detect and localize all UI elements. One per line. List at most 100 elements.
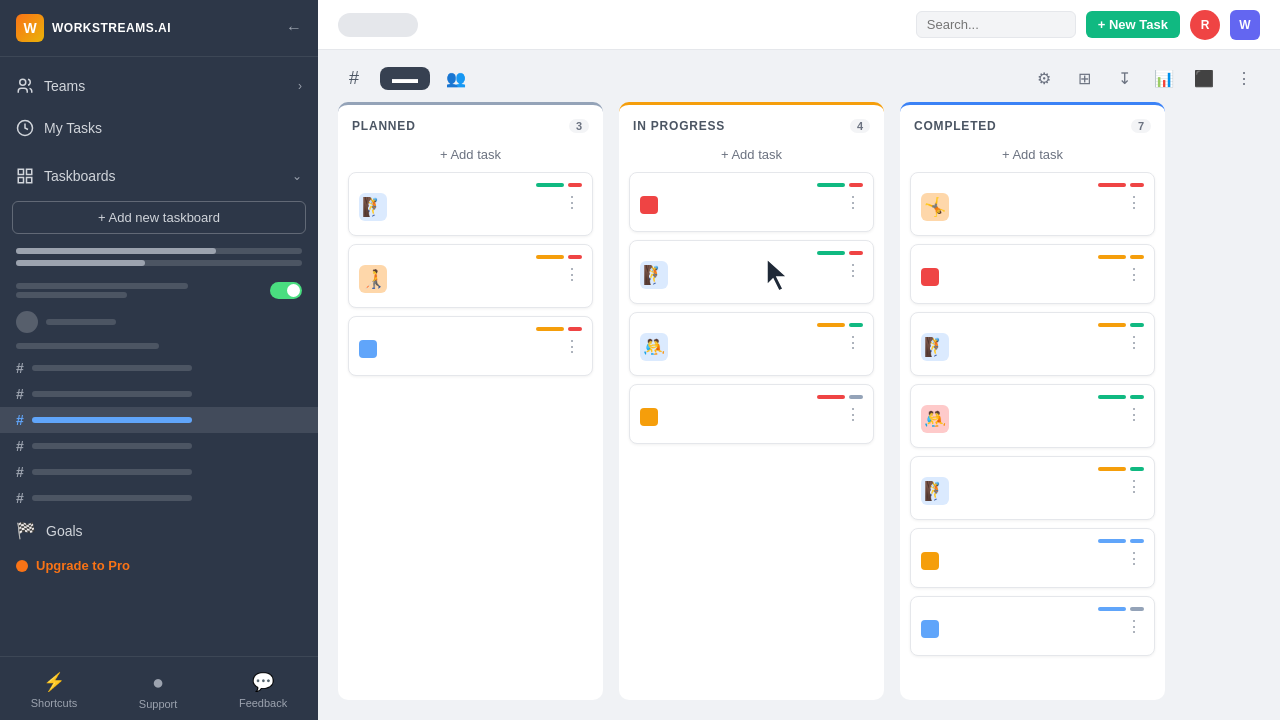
tag-gray: [849, 395, 863, 399]
toggle-switch[interactable]: [270, 282, 302, 299]
card-menu-button[interactable]: ⋮: [562, 337, 582, 356]
card-tags: [640, 395, 863, 399]
my-tasks-label: My Tasks: [44, 120, 102, 136]
svg-rect-4: [27, 178, 32, 183]
tag-red: [849, 251, 863, 255]
search-input[interactable]: [916, 11, 1076, 38]
card-menu-button[interactable]: ⋮: [1124, 549, 1144, 568]
shortcuts-nav-item[interactable]: ⚡ Shortcuts: [23, 667, 85, 714]
card-menu-button[interactable]: ⋮: [562, 193, 582, 212]
app-avatar-square[interactable]: W: [1230, 10, 1260, 40]
table-row[interactable]: 🧗 ⋮: [910, 312, 1155, 376]
table-row[interactable]: 🧗 ⋮: [348, 172, 593, 236]
support-nav-item[interactable]: ● Support: [131, 667, 186, 714]
settings-button[interactable]: ⚙: [1028, 62, 1060, 94]
new-task-button[interactable]: + New Task: [1086, 11, 1180, 38]
table-row[interactable]: 🧑‍🦯 ⋮: [348, 244, 593, 308]
feedback-nav-item[interactable]: 💬 Feedback: [231, 667, 295, 714]
column-title-planned: PLANNED: [352, 119, 416, 133]
card-avatar: 🧗: [921, 333, 949, 361]
card-left: 🧗: [921, 477, 957, 505]
logo[interactable]: W WORKSTREAMS.AI: [16, 14, 171, 42]
sidebar-item-teams[interactable]: Teams ›: [0, 65, 318, 107]
table-row[interactable]: 🤼 ⋮: [910, 384, 1155, 448]
goals-label: Goals: [46, 523, 83, 539]
card-menu-button[interactable]: ⋮: [1124, 265, 1144, 284]
card-avatar: [640, 196, 658, 214]
table-row[interactable]: 🤼 ⋮: [629, 312, 874, 376]
card-avatar: [921, 552, 939, 570]
card-top: 🤼 ⋮: [921, 405, 1144, 433]
support-label: Support: [139, 698, 178, 710]
chart-button[interactable]: 📊: [1148, 62, 1180, 94]
table-row[interactable]: ⋮: [629, 384, 874, 444]
card-left: [921, 265, 947, 289]
card-menu-button[interactable]: ⋮: [1124, 333, 1144, 352]
table-row[interactable]: ⋮: [910, 244, 1155, 304]
channel-item-3[interactable]: #: [0, 433, 318, 459]
card-menu-button[interactable]: ⋮: [843, 261, 863, 280]
column-title-in-progress: IN PROGRESS: [633, 119, 725, 133]
card-menu-button[interactable]: ⋮: [562, 265, 582, 284]
teams-label: Teams: [44, 78, 85, 94]
tag-red: [568, 183, 582, 187]
add-taskboard-button[interactable]: + Add new taskboard: [12, 201, 306, 234]
columns-view-button[interactable]: ⊞: [1068, 62, 1100, 94]
tag-green2: [1130, 395, 1144, 399]
card-menu-button[interactable]: ⋮: [1124, 193, 1144, 212]
add-task-completed[interactable]: + Add task: [900, 141, 1165, 172]
people-filter-button[interactable]: 👥: [440, 62, 472, 94]
toggle-row: [0, 276, 318, 305]
more-options-button[interactable]: ⋮: [1228, 62, 1260, 94]
table-row[interactable]: 🤸 ⋮: [910, 172, 1155, 236]
board-name-pill[interactable]: ▬▬: [380, 67, 430, 90]
add-task-in-progress[interactable]: + Add task: [619, 141, 884, 172]
upgrade-to-pro-button[interactable]: Upgrade to Pro: [0, 550, 318, 581]
columns-icon: ⊞: [1078, 69, 1091, 88]
progress-fill-2: [16, 260, 145, 266]
import-button[interactable]: ↧: [1108, 62, 1140, 94]
add-task-planned[interactable]: + Add task: [338, 141, 603, 172]
sidebar-item-goals[interactable]: 🏁 Goals: [0, 511, 318, 550]
card-left: [921, 549, 947, 573]
card-menu-button[interactable]: ⋮: [843, 193, 863, 212]
table-row[interactable]: 🧗 ⋮: [910, 456, 1155, 520]
card-top: ⋮: [640, 405, 863, 429]
card-menu-button[interactable]: ⋮: [1124, 477, 1144, 496]
user-bar: [46, 319, 116, 325]
toggle-bar-1: [16, 283, 188, 289]
taskboards-header[interactable]: Taskboards ⌄: [0, 157, 318, 195]
channel-bar-4: [32, 469, 192, 475]
channel-item-2[interactable]: #: [0, 381, 318, 407]
channel-item-active[interactable]: #: [0, 407, 318, 433]
tag-red: [1098, 183, 1126, 187]
table-row[interactable]: 🧗 ⋮: [629, 240, 874, 304]
table-row[interactable]: ⋮: [348, 316, 593, 376]
channel-item-4[interactable]: #: [0, 459, 318, 485]
table-row[interactable]: ⋮: [629, 172, 874, 232]
card-tags: [921, 255, 1144, 259]
user-avatar-circle[interactable]: R: [1190, 10, 1220, 40]
tag-green: [849, 323, 863, 327]
card-menu-button[interactable]: ⋮: [843, 405, 863, 424]
card-tags: [921, 467, 1144, 471]
upgrade-dot: [16, 560, 28, 572]
table-row[interactable]: ⋮: [910, 528, 1155, 588]
card-menu-button[interactable]: ⋮: [1124, 405, 1144, 424]
card-left: 🤸: [921, 193, 957, 221]
card-menu-button[interactable]: ⋮: [1124, 617, 1144, 636]
shortcuts-label: Shortcuts: [31, 697, 77, 709]
export-icon: ⬛: [1194, 69, 1214, 88]
table-row[interactable]: ⋮: [910, 596, 1155, 656]
grid-view-button[interactable]: #: [338, 62, 370, 94]
export-button[interactable]: ⬛: [1188, 62, 1220, 94]
channel-item-1[interactable]: #: [0, 355, 318, 381]
tag-red: [849, 183, 863, 187]
channel-item-5[interactable]: #: [0, 485, 318, 511]
card-menu-button[interactable]: ⋮: [843, 333, 863, 352]
card-left: 🧗: [359, 193, 395, 221]
sidebar-item-my-tasks[interactable]: My Tasks: [0, 107, 318, 149]
back-arrow-icon[interactable]: ←: [286, 19, 302, 37]
card-top: 🤸 ⋮: [921, 193, 1144, 221]
progress-group-1: [0, 240, 318, 276]
